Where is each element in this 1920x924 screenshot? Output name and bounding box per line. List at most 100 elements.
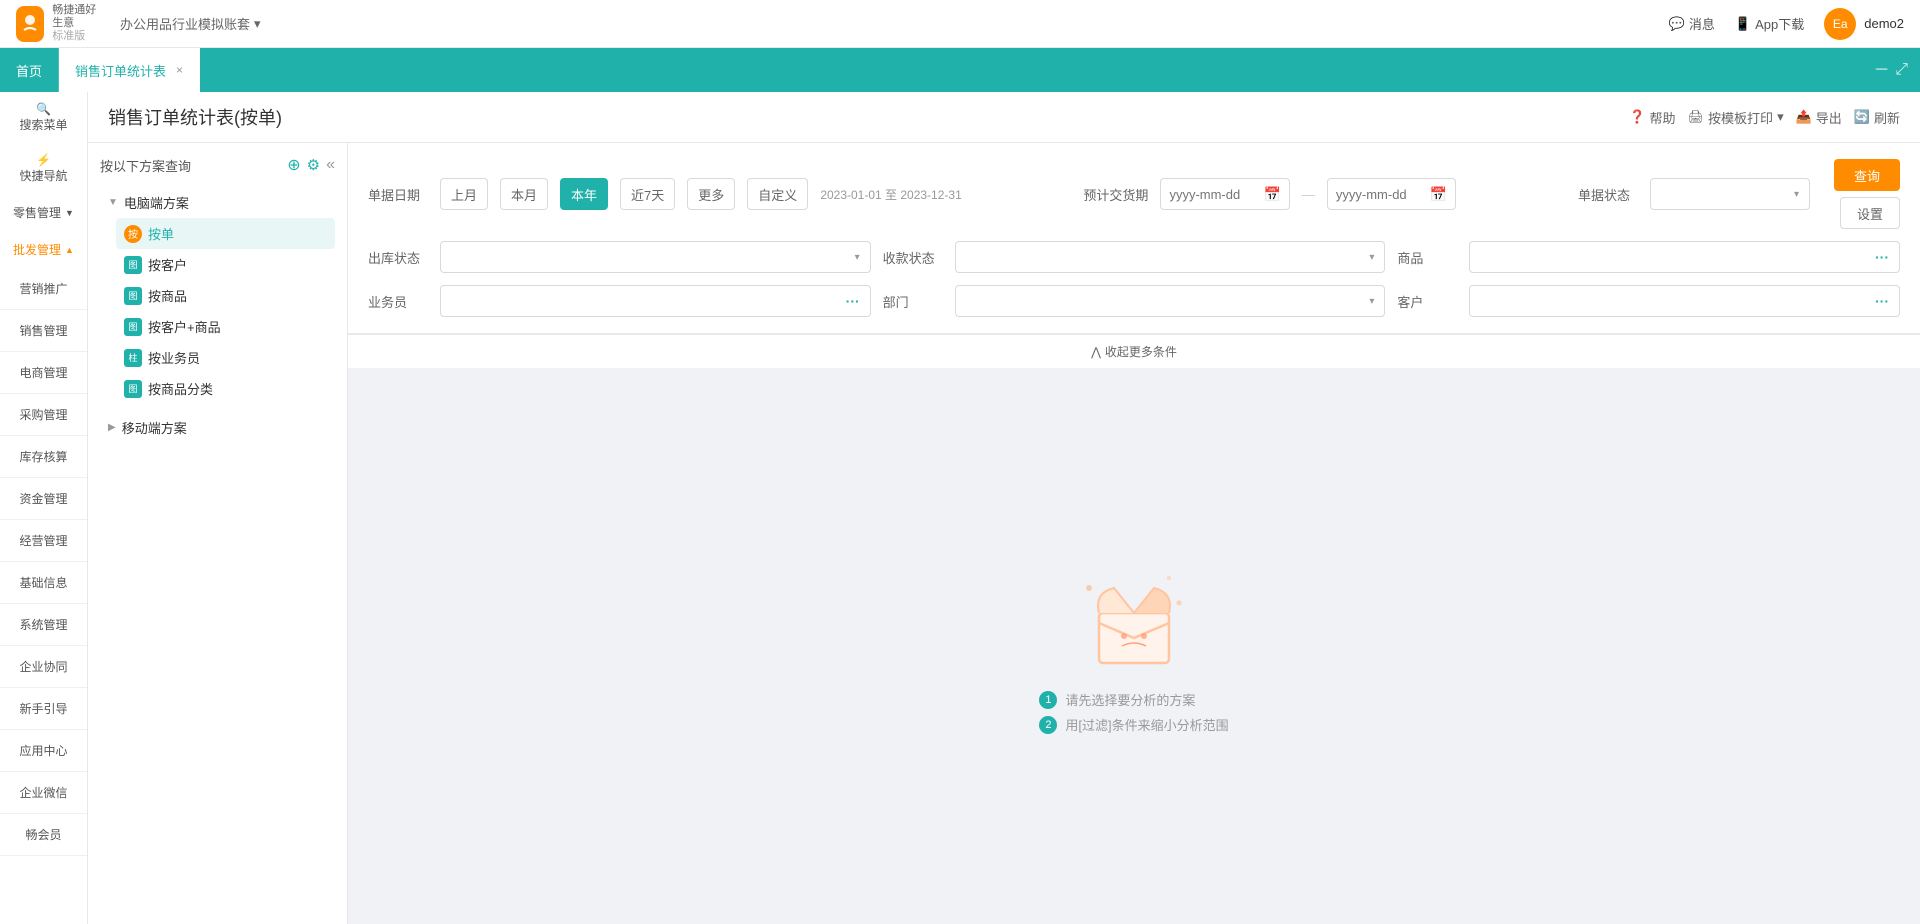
tree-item-by-customer[interactable]: 图 按客户 [116, 249, 335, 280]
receipt-status-dropdown[interactable]: ▾ [955, 241, 1386, 273]
top-center: 办公用品行业模拟账套 ▾ [104, 14, 1669, 33]
top-bar: 畅捷通好生意 标准版 办公用品行业模拟账套 ▾ 💬 消息 📱 App下载 Ea … [0, 0, 1920, 48]
settings-btn[interactable]: 设置 [1840, 197, 1900, 229]
user-name: demo2 [1864, 16, 1904, 31]
status-dropdown[interactable]: ▾ [1650, 178, 1810, 210]
content-area: 销售订单统计表(按单) ❓ 帮助 🖨 按模板打印 ▾ 📤 导出 🔄 刷新 [88, 92, 1920, 924]
date-filter-label: 单据日期 [368, 185, 428, 204]
tab-close-btn[interactable]: × [176, 63, 183, 77]
customer-label: 客户 [1397, 292, 1457, 311]
expected-date-end[interactable]: 📅 [1327, 178, 1456, 210]
goods-field[interactable]: ··· [1469, 241, 1900, 273]
expected-date-start-input[interactable] [1169, 187, 1259, 202]
messages-btn[interactable]: 💬 消息 [1669, 14, 1715, 33]
by-order-icon: 按 [124, 225, 142, 243]
empty-hint-1: 1 请先选择要分析的方案 [1039, 690, 1228, 709]
this-year-btn[interactable]: 本年 [560, 178, 608, 210]
industry-selector[interactable]: 办公用品行业模拟账套 ▾ [120, 14, 261, 33]
this-month-btn[interactable]: 本月 [500, 178, 548, 210]
empty-hints: 1 请先选择要分析的方案 2 用[过滤]条件来缩小分析范围 [1039, 690, 1228, 734]
sidebar: 🔍 搜索菜单 ⚡ 快捷导航 零售管理 批发管理 营销推广 销售管理 电商管理 采… [0, 92, 88, 924]
out-status-arrow: ▾ [855, 252, 860, 263]
by-goods-icon: 图 [124, 287, 142, 305]
query-btn[interactable]: 查询 [1834, 159, 1900, 191]
custom-date-btn[interactable]: 自定义 [747, 178, 808, 210]
help-btn[interactable]: ❓ 帮助 [1629, 108, 1675, 127]
tree-group-pc[interactable]: ▼ 电脑端方案 [100, 187, 335, 218]
tab-sales-order[interactable]: 销售订单统计表 × [59, 48, 200, 92]
export-btn[interactable]: 📤 导出 [1796, 108, 1842, 127]
sidebar-item-purchase[interactable]: 采购管理 [0, 394, 87, 436]
sidebar-item-wechat[interactable]: 企业微信 [0, 772, 87, 814]
seven-days-btn[interactable]: 近7天 [620, 178, 675, 210]
sidebar-item-operations[interactable]: 经营管理 [0, 520, 87, 562]
sidebar-item-basicinfo[interactable]: 基础信息 [0, 562, 87, 604]
user-area[interactable]: Ea demo2 [1824, 8, 1904, 40]
right-panel: 单据日期 上月 本月 本年 近7天 更多 自定义 2023-01-01 至 20… [348, 143, 1920, 924]
customer-more-btn[interactable]: ··· [1875, 293, 1889, 309]
tree-item-by-salesperson[interactable]: 柱 按业务员 [116, 342, 335, 373]
edit-scheme-btn[interactable]: ⚙ [307, 156, 320, 174]
more-date-btn[interactable]: 更多 [687, 178, 735, 210]
empty-state: 1 请先选择要分析的方案 2 用[过滤]条件来缩小分析范围 [348, 368, 1920, 924]
filter-row-status: 出库状态 ▾ 收款状态 ▾ [368, 241, 1900, 273]
sidebar-quick-nav[interactable]: ⚡ 快捷导航 [0, 143, 87, 194]
tree-group-mobile[interactable]: ▶ 移动端方案 [100, 412, 335, 443]
empty-illustration [1074, 558, 1194, 678]
tab-minimize-btn[interactable]: ─ [1876, 61, 1887, 79]
tree-item-by-order[interactable]: 按 按单 [116, 218, 335, 249]
hint-num-1: 1 [1039, 691, 1057, 709]
app-logo-icon [16, 6, 44, 42]
empty-icon [1074, 558, 1194, 678]
sidebar-item-member[interactable]: 畅会员 [0, 814, 87, 856]
user-avatar: Ea [1824, 8, 1856, 40]
tree-item-by-goods[interactable]: 图 按商品 [116, 280, 335, 311]
tree-item-by-category[interactable]: 图 按商品分类 [116, 373, 335, 404]
tree-children-pc: 按 按单 图 按客户 图 按商品 图 按客户+商品 [100, 218, 335, 404]
sales-field[interactable]: ··· [440, 285, 871, 317]
calendar-end-icon[interactable]: 📅 [1430, 186, 1447, 203]
collapse-btn[interactable]: ⋀ 收起更多条件 [348, 334, 1920, 368]
refresh-btn[interactable]: 🔄 刷新 [1854, 108, 1900, 127]
dept-dropdown[interactable]: ▾ [955, 285, 1386, 317]
main-layout: 🔍 搜索菜单 ⚡ 快捷导航 零售管理 批发管理 营销推广 销售管理 电商管理 采… [0, 92, 1920, 924]
sidebar-search[interactable]: 🔍 搜索菜单 [0, 92, 87, 143]
collapse-panel-btn[interactable]: « [326, 156, 335, 174]
tab-maximize-btn[interactable]: ⤢ [1895, 61, 1908, 79]
sidebar-item-ecommerce[interactable]: 电商管理 [0, 352, 87, 394]
customer-field[interactable]: ··· [1469, 285, 1900, 317]
logo-area: 畅捷通好生意 标准版 [16, 4, 104, 44]
expected-date-start[interactable]: 📅 [1160, 178, 1289, 210]
sidebar-item-inventory[interactable]: 库存核算 [0, 436, 87, 478]
sidebar-item-guide[interactable]: 新手引导 [0, 688, 87, 730]
add-scheme-btn[interactable]: ⊕ [287, 155, 300, 175]
sidebar-item-enterprise[interactable]: 企业协同 [0, 646, 87, 688]
template-print-btn[interactable]: 🖨 按模板打印 ▾ [1688, 108, 1784, 127]
tree-item-by-customer-goods[interactable]: 图 按客户+商品 [116, 311, 335, 342]
sales-more-btn[interactable]: ··· [846, 293, 860, 309]
filter-actions: 查询 设置 [1834, 159, 1900, 229]
hint-num-2: 2 [1039, 716, 1057, 734]
sidebar-item-wholesale[interactable]: 批发管理 [0, 231, 87, 268]
dept-arrow: ▾ [1369, 296, 1374, 307]
sidebar-item-sales[interactable]: 销售管理 [0, 310, 87, 352]
expected-date-end-input[interactable] [1336, 187, 1426, 202]
prev-month-btn[interactable]: 上月 [440, 178, 488, 210]
left-panel-title: 按以下方案查询 [100, 156, 191, 175]
date-range-text: 2023-01-01 至 2023-12-31 [820, 186, 961, 203]
sidebar-item-finance[interactable]: 资金管理 [0, 478, 87, 520]
tab-bar: 首页 销售订单统计表 × ─ ⤢ [0, 48, 1920, 92]
top-right: 💬 消息 📱 App下载 Ea demo2 [1669, 8, 1904, 40]
app-download-btn[interactable]: 📱 App下载 [1735, 14, 1804, 33]
expected-date-label: 预计交货期 [1083, 185, 1148, 204]
goods-more-btn[interactable]: ··· [1875, 249, 1889, 265]
calendar-start-icon[interactable]: 📅 [1263, 186, 1280, 203]
status-label: 单据状态 [1578, 185, 1638, 204]
tab-home[interactable]: 首页 [0, 48, 59, 92]
sidebar-item-appcenter[interactable]: 应用中心 [0, 730, 87, 772]
sidebar-item-system[interactable]: 系统管理 [0, 604, 87, 646]
out-status-label: 出库状态 [368, 248, 428, 267]
out-status-dropdown[interactable]: ▾ [440, 241, 871, 273]
sidebar-item-retail[interactable]: 零售管理 [0, 194, 87, 231]
sidebar-item-marketing[interactable]: 营销推广 [0, 268, 87, 310]
